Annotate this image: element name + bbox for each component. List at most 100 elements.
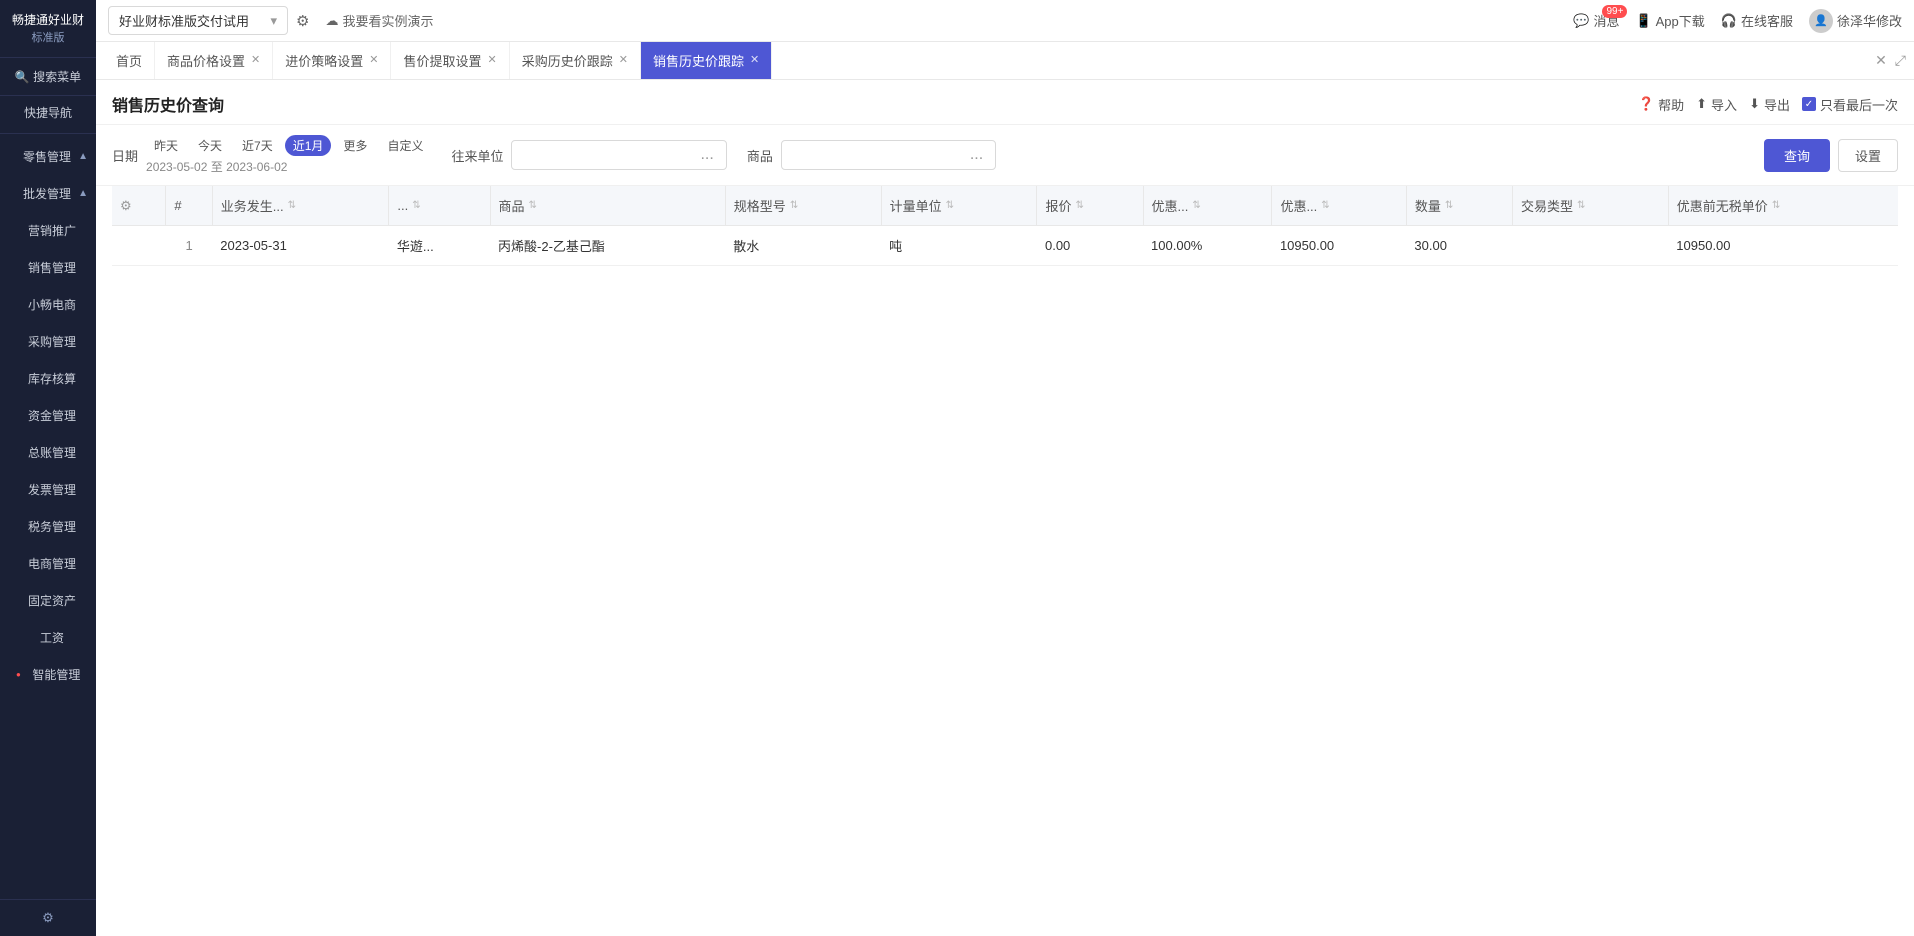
tab-label: 售价提取设置	[403, 51, 481, 70]
tab-label: 进价策略设置	[285, 51, 363, 70]
chevron-down-icon: ▾	[270, 13, 277, 29]
tab-purchase-history[interactable]: 采购历史价跟踪 ✕	[510, 42, 641, 80]
col-quantity[interactable]: 数量 ⇅	[1406, 186, 1512, 226]
date-option-more[interactable]: 更多	[335, 135, 375, 156]
sidebar-item-inventory[interactable]: 库存核算	[0, 360, 96, 397]
sidebar-item-retail[interactable]: 零售管理 ▲	[0, 138, 96, 175]
date-option-7days[interactable]: 近7天	[234, 135, 281, 156]
help-icon: ❓	[1638, 96, 1654, 112]
product-input-wrap[interactable]: ...	[781, 140, 996, 170]
app-version: 标准版	[32, 29, 65, 45]
sidebar-item-payroll[interactable]: 工资	[0, 619, 96, 656]
from-unit-dots[interactable]: ...	[696, 144, 717, 166]
settings-icon[interactable]: ⚙	[296, 12, 309, 30]
sidebar: 畅捷通好业财 标准版 🔍 搜索菜单 快捷导航 零售管理 ▲ 批发管理 ▲ 营销推…	[0, 0, 96, 936]
date-range-display: 2023-05-02 至 2023-06-02	[146, 158, 431, 175]
sort-icon: ⇅	[288, 200, 296, 211]
message-btn[interactable]: 💬 消息 99+	[1573, 11, 1619, 30]
query-button[interactable]: 查询	[1764, 139, 1830, 172]
sidebar-item-purchase[interactable]: 采购管理	[0, 323, 96, 360]
col-discount-val-label: 优惠...	[1280, 196, 1317, 215]
from-unit-input[interactable]	[520, 148, 696, 163]
gear-icon: ⚙	[42, 910, 54, 925]
col-pretax-price-label: 优惠前无税单价	[1677, 196, 1768, 215]
date-option-yesterday[interactable]: 昨天	[146, 135, 186, 156]
sort-icon: ⇅	[1772, 200, 1780, 211]
sidebar-item-finance[interactable]: 资金管理	[0, 397, 96, 434]
tab-label: 商品价格设置	[167, 51, 245, 70]
only-last-checkbox[interactable]: ✓ 只看最后一次	[1802, 95, 1898, 114]
tab-price-extract[interactable]: 售价提取设置 ✕	[391, 42, 509, 80]
topbar: 好业财标准版交付试用 ▾ ⚙ ☁ 我要看实例演示 💬 消息 99+ 📱 App下…	[96, 0, 1914, 42]
tab-close-icon[interactable]: ✕	[488, 55, 497, 66]
demo-link[interactable]: ☁ 我要看实例演示	[325, 11, 433, 30]
col-extra-label: ...	[397, 198, 408, 213]
col-product[interactable]: 商品 ⇅	[490, 186, 725, 226]
sidebar-item-marketing[interactable]: 营销推广	[0, 212, 96, 249]
sidebar-item-tax[interactable]: 税务管理	[0, 508, 96, 545]
tab-product-price[interactable]: 商品价格设置 ✕	[155, 42, 273, 80]
col-settings[interactable]: ⚙	[112, 186, 166, 226]
col-discount-val[interactable]: 优惠... ⇅	[1272, 186, 1406, 226]
col-discount-pct[interactable]: 优惠... ⇅	[1143, 186, 1272, 226]
expand-window-icon[interactable]: ⤢	[1895, 52, 1906, 69]
sidebar-item-sales[interactable]: 销售管理	[0, 249, 96, 286]
filter-actions: 查询 设置	[1764, 139, 1898, 172]
product-dots[interactable]: ...	[966, 144, 987, 166]
col-num: #	[166, 186, 212, 226]
tab-close-icon[interactable]: ✕	[369, 55, 378, 66]
close-window-icon[interactable]: ✕	[1875, 52, 1887, 69]
sidebar-item-wholesale[interactable]: 批发管理 ▲	[0, 175, 96, 212]
tab-close-icon[interactable]: ✕	[251, 55, 260, 66]
version-selector[interactable]: 好业财标准版交付试用 ▾	[108, 6, 288, 35]
page-title: 销售历史价查询	[112, 92, 224, 116]
sidebar-divider	[0, 133, 96, 134]
product-filter-group: 商品 ...	[747, 140, 996, 170]
col-date[interactable]: 业务发生... ⇅	[212, 186, 389, 226]
sidebar-search[interactable]: 🔍 搜索菜单	[0, 58, 96, 96]
date-option-1month[interactable]: 近1月	[285, 135, 332, 156]
sidebar-item-ecommerce-small[interactable]: 小畅电商	[0, 286, 96, 323]
filter-bar: 日期 昨天 今天 近7天 近1月 更多 自定义 2023-05-02 至 202…	[96, 125, 1914, 186]
date-filter-label: 日期	[112, 146, 138, 165]
export-link[interactable]: ⬇ 导出	[1749, 95, 1790, 114]
cell-num: 1	[166, 226, 212, 266]
tab-close-icon[interactable]: ✕	[619, 55, 628, 66]
sidebar-item-ai[interactable]: 智能管理	[0, 656, 96, 693]
headset-icon: 🎧	[1721, 13, 1737, 29]
chevron-icon: ▲	[78, 151, 88, 162]
date-option-today[interactable]: 今天	[190, 135, 230, 156]
tab-cost-strategy[interactable]: 进价策略设置 ✕	[273, 42, 391, 80]
from-unit-input-wrap[interactable]: ...	[511, 140, 726, 170]
col-trade-type[interactable]: 交易类型 ⇅	[1512, 186, 1668, 226]
cell-price: 0.00	[1037, 226, 1143, 266]
col-extra[interactable]: ... ⇅	[389, 186, 490, 226]
sidebar-item-ledger[interactable]: 总账管理	[0, 434, 96, 471]
table-row: 1 2023-05-31 华遊... 丙烯酸-2-乙基己酯 散水 吨 0.00 …	[112, 226, 1898, 266]
sidebar-item-invoice[interactable]: 发票管理	[0, 471, 96, 508]
col-spec[interactable]: 规格型号 ⇅	[725, 186, 881, 226]
tab-sales-history[interactable]: 销售历史价跟踪 ✕	[641, 42, 772, 80]
date-option-custom[interactable]: 自定义	[379, 135, 431, 156]
col-pretax-price[interactable]: 优惠前无税单价 ⇅	[1668, 186, 1898, 226]
product-input[interactable]	[790, 148, 966, 163]
tab-close-icon[interactable]: ✕	[750, 55, 759, 66]
sidebar-quick-nav[interactable]: 快捷导航	[0, 96, 96, 129]
app-download-btn[interactable]: 📱 App下载	[1635, 11, 1704, 30]
from-unit-filter-group: 往来单位 ...	[451, 140, 726, 170]
cell-settings	[112, 226, 166, 266]
tab-home[interactable]: 首页	[104, 42, 155, 80]
user-menu-btn[interactable]: 👤 徐泽华修改	[1809, 9, 1902, 33]
table-settings-icon[interactable]: ⚙	[120, 198, 132, 213]
date-filter-wrap: 昨天 今天 近7天 近1月 更多 自定义 2023-05-02 至 2023-0…	[146, 135, 431, 175]
online-service-btn[interactable]: 🎧 在线客服	[1721, 11, 1793, 30]
sidebar-item-ecommerce[interactable]: 电商管理	[0, 545, 96, 582]
sidebar-settings-btn[interactable]: ⚙	[0, 899, 96, 936]
help-link[interactable]: ❓ 帮助	[1638, 95, 1684, 114]
col-unit[interactable]: 计量单位 ⇅	[881, 186, 1037, 226]
col-spec-label: 规格型号	[734, 196, 786, 215]
sidebar-item-fixed-assets[interactable]: 固定资产	[0, 582, 96, 619]
settings-button[interactable]: 设置	[1838, 139, 1898, 172]
col-price[interactable]: 报价 ⇅	[1037, 186, 1143, 226]
import-link[interactable]: ⬆ 导入	[1696, 95, 1737, 114]
